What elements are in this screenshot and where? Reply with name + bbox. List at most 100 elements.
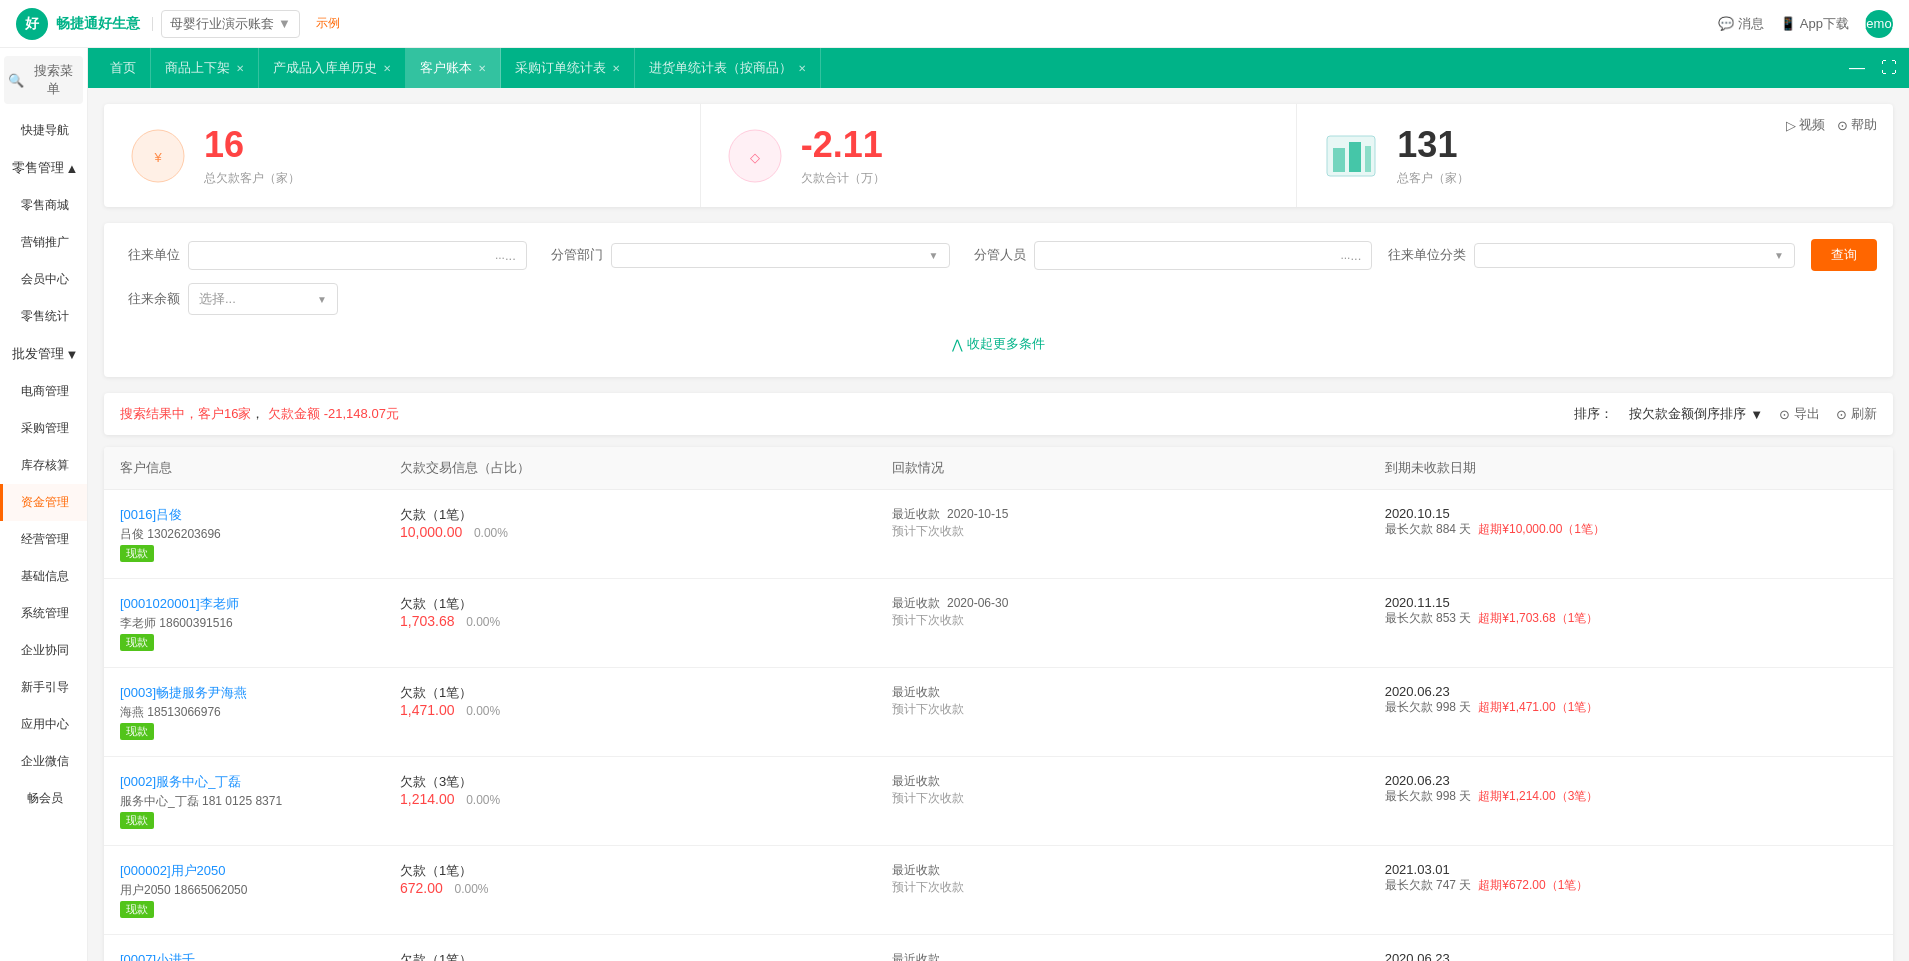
filter-unit-category: 往来单位分类 ▼ [1388, 243, 1795, 268]
sidebar-search-btn[interactable]: 🔍 搜索菜单 [4, 56, 83, 104]
col-header-customer: 客户信息 [120, 459, 400, 477]
sidebar-item-purchase[interactable]: 采购管理 [0, 410, 87, 447]
debt-amount-icon: ◇ [725, 126, 785, 186]
recovery-next-3: 预计下次收款 [892, 701, 1384, 718]
customer-contact-2: 李老师 18600391516 [120, 615, 400, 632]
filter-dept: 分管部门 ▼ [543, 243, 950, 268]
sidebar-item-guide[interactable]: 新手引导 [0, 669, 87, 706]
debt-customers-value: 16 [204, 124, 676, 166]
tab-purchase-stats[interactable]: 采购订单统计表 ✕ [501, 48, 635, 88]
search-btn[interactable]: 查询 [1811, 239, 1877, 271]
dept-select[interactable]: ▼ [611, 243, 950, 268]
phone-icon: 📱 [1780, 16, 1796, 31]
tab-close-inbound-stats[interactable]: ✕ [798, 63, 806, 74]
due-cell-4: 2020.06.23 最长欠款 998 天 超期¥1,214.00（3笔） [1385, 769, 1877, 833]
tab-close-purchase-stats[interactable]: ✕ [612, 63, 620, 74]
sort-select[interactable]: 按欠款金额倒序排序 ▼ [1629, 405, 1763, 423]
sidebar-item-operations[interactable]: 经营管理 [0, 521, 87, 558]
sidebar-item-enterprise[interactable]: 企业协同 [0, 632, 87, 669]
sidebar-item-marketing[interactable]: 营销推广 [0, 224, 87, 261]
from-unit-text-input[interactable] [199, 248, 495, 263]
result-text: 搜索结果中，客户16家， 欠款金额 -21,148.07元 [120, 405, 399, 423]
debt-amount-5: 672.00 [400, 880, 443, 896]
tab-close-product-history[interactable]: ✕ [383, 63, 391, 74]
sidebar-item-vip[interactable]: 畅会员 [0, 780, 87, 817]
tab-product-shelf[interactable]: 商品上下架 ✕ [151, 48, 259, 88]
balance-select[interactable]: 选择... ▼ [188, 283, 338, 315]
overdue-days-2: 最长欠款 853 天 [1385, 611, 1475, 625]
unit-category-select[interactable]: ▼ [1474, 243, 1795, 268]
customer-name-4[interactable]: [0002]服务中心_丁磊 [120, 773, 400, 791]
customer-cell-2: [0001020001]李老师 李老师 18600391516 现款 [120, 591, 400, 655]
debt-ratio-4: 0.00% [466, 793, 500, 807]
overdue-amount-1[interactable]: 超期¥10,000.00（1笔） [1478, 522, 1605, 536]
customer-name-6[interactable]: [0007]小进千 [120, 951, 400, 961]
overdue-amount-5[interactable]: 超期¥672.00（1笔） [1478, 878, 1588, 892]
total-customers-label: 总客户（家） [1397, 170, 1869, 187]
message-btn[interactable]: 💬 消息 [1718, 15, 1764, 33]
sidebar-item-quick-nav[interactable]: 快捷导航 [0, 112, 87, 149]
tab-inbound-stats[interactable]: 进货单统计表（按商品） ✕ [635, 48, 821, 88]
recovery-cell-4: 最近收款 预计下次收款 [892, 769, 1384, 833]
unit-category-arrow-icon: ▼ [1774, 250, 1784, 261]
tab-minimize-btn[interactable]: — [1845, 55, 1869, 81]
overdue-amount-3[interactable]: 超期¥1,471.00（1笔） [1478, 700, 1598, 714]
sidebar-item-basic-info[interactable]: 基础信息 [0, 558, 87, 595]
help-btn[interactable]: ⊙帮助 [1837, 116, 1877, 134]
customer-name-2[interactable]: [0001020001]李老师 [120, 595, 400, 613]
sidebar-item-ecommerce[interactable]: 电商管理 [0, 373, 87, 410]
sidebar-item-app-center[interactable]: 应用中心 [0, 706, 87, 743]
sidebar-item-retail-stats[interactable]: 零售统计 [0, 298, 87, 335]
debt-cell-5: 欠款（1笔） 672.00 0.00% [400, 858, 892, 922]
person-input[interactable]: ... [1034, 241, 1373, 270]
customer-name-1[interactable]: [0016]吕俊 [120, 506, 400, 524]
sidebar-item-system[interactable]: 系统管理 [0, 595, 87, 632]
tab-close-product-shelf[interactable]: ✕ [236, 63, 244, 74]
export-btn[interactable]: ⊙ 导出 [1779, 405, 1820, 423]
sidebar-item-batch-mgmt[interactable]: 批发管理 ▼ [0, 335, 87, 373]
debt-amount-4: 1,214.00 [400, 791, 455, 807]
sidebar-item-retail-mgmt[interactable]: 零售管理 ▲ [0, 149, 87, 187]
sidebar-item-wecom[interactable]: 企业微信 [0, 743, 87, 780]
sort-arrow-icon: ▼ [1750, 407, 1763, 422]
tab-product-history[interactable]: 产成品入库单历史 ✕ [259, 48, 406, 88]
collapse-btn[interactable]: ⋀ 收起更多条件 [120, 327, 1877, 361]
overdue-amount-4[interactable]: 超期¥1,214.00（3笔） [1478, 789, 1598, 803]
from-unit-input[interactable]: ... [188, 241, 527, 270]
debt-amount-value: -2.11 [801, 124, 1273, 166]
refresh-btn[interactable]: ⊙ 刷新 [1836, 405, 1877, 423]
debt-ratio-5: 0.00% [454, 882, 488, 896]
view-btn[interactable]: ▷视频 [1786, 116, 1825, 134]
debt-cell-1: 欠款（1笔） 10,000.00 0.00% [400, 502, 892, 566]
app-download-btn[interactable]: 📱 App下载 [1780, 15, 1849, 33]
svg-rect-6 [1349, 142, 1361, 172]
tab-customer-account[interactable]: 客户账本 ✕ [406, 48, 501, 88]
recovery-date-5: 最近收款 [892, 862, 1384, 879]
debt-count-2: 欠款（1笔） [400, 595, 892, 613]
sidebar-item-member[interactable]: 会员中心 [0, 261, 87, 298]
main-layout: 🔍 搜索菜单 快捷导航 零售管理 ▲ 零售商城 营销推广 会员中心 零售统计 批… [0, 48, 1909, 961]
overdue-amount-2[interactable]: 超期¥1,703.68（1笔） [1478, 611, 1598, 625]
tab-home[interactable]: 首页 [96, 48, 151, 88]
dept-label: 分管部门 [543, 246, 603, 264]
tab-close-customer-account[interactable]: ✕ [478, 63, 486, 74]
show-all-btn[interactable]: 示例 [316, 15, 340, 32]
stat-debt-amount: ◇ -2.11 欠款合计（万） [701, 104, 1298, 207]
industry-selector[interactable]: 母婴行业演示账套 ▼ [161, 10, 300, 38]
tab-bar-actions: — ⛶ [1845, 55, 1901, 81]
col-header-due: 到期未收款日期 [1385, 459, 1877, 477]
svg-text:¥: ¥ [153, 150, 162, 165]
tab-maximize-btn[interactable]: ⛶ [1877, 55, 1901, 81]
customer-name-3[interactable]: [0003]畅捷服务尹海燕 [120, 684, 400, 702]
customer-name-5[interactable]: [000002]用户2050 [120, 862, 400, 880]
user-avatar-btn[interactable]: demo2 [1865, 10, 1893, 38]
recovery-cell-3: 最近收款 预计下次收款 [892, 680, 1384, 744]
recovery-date-3: 最近收款 [892, 684, 1384, 701]
person-text-input[interactable] [1045, 248, 1341, 263]
sidebar-item-capital[interactable]: 资金管理 [0, 484, 87, 521]
sidebar-item-inventory[interactable]: 库存核算 [0, 447, 87, 484]
sidebar-item-retail-shop[interactable]: 零售商城 [0, 187, 87, 224]
debt-amount-3: 1,471.00 [400, 702, 455, 718]
customer-contact-4: 服务中心_丁磊 181 0125 8371 [120, 793, 400, 810]
from-unit-dots: ... [495, 248, 505, 262]
